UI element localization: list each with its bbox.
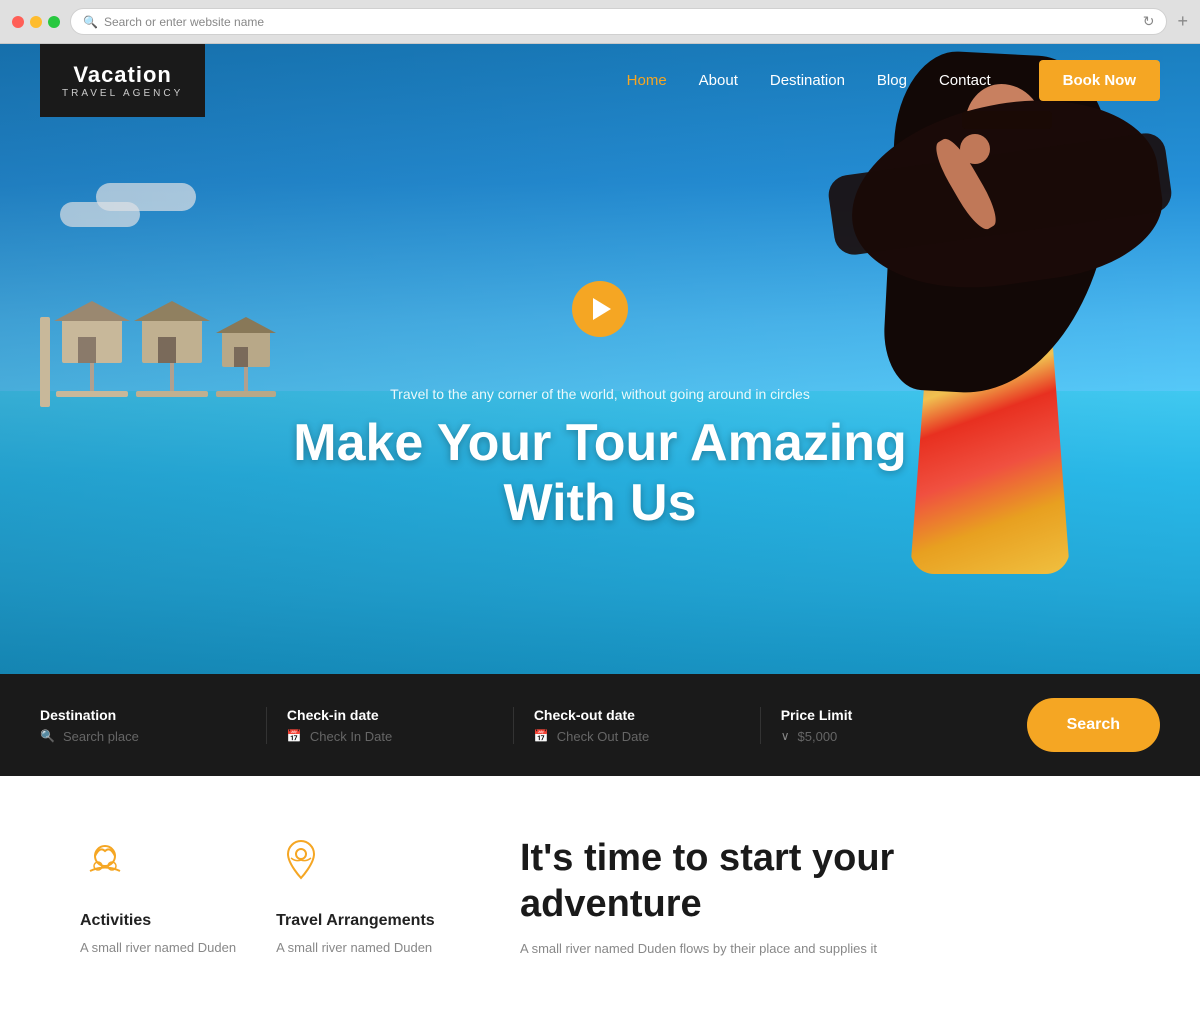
adventure-description: A small river named Duden flows by their… [520, 939, 1120, 960]
nav-item-home[interactable]: Home [627, 72, 667, 90]
feature-activities: Activities A small river named Duden [80, 836, 236, 955]
dot-maximize[interactable] [48, 16, 60, 28]
chevron-down-icon: ∨ [781, 729, 790, 743]
checkin-field: Check-in date 📅 Check In Date [267, 707, 514, 744]
adventure-title-line1: It's time to start your [520, 837, 894, 879]
destination-placeholder: Search place [63, 729, 139, 744]
feature-travel: Travel Arrangements A small river named … [276, 836, 435, 955]
travel-desc: A small river named Duden [276, 940, 435, 955]
book-now-button[interactable]: Book Now [1039, 60, 1160, 101]
website-container: Vacation TRAVEL AGENCY Home About Destin… [0, 44, 1200, 1020]
bungalow-1 [56, 319, 128, 397]
price-input-wrap[interactable]: ∨ $5,000 [781, 729, 987, 744]
checkin-placeholder: Check In Date [310, 729, 392, 744]
new-tab-button[interactable]: + [1177, 11, 1188, 32]
activities-title: Activities [80, 912, 236, 930]
play-icon [593, 298, 611, 320]
calendar-icon-checkout: 📅 [534, 729, 549, 743]
nav-links: Home About Destination Blog Contact Book… [627, 60, 1160, 101]
adventure-section: It's time to start your adventure A smal… [520, 836, 1120, 960]
travel-title: Travel Arrangements [276, 912, 435, 930]
browser-dots [12, 16, 60, 28]
checkin-label: Check-in date [287, 707, 493, 723]
calendar-icon-checkin: 📅 [287, 729, 302, 743]
navbar: Vacation TRAVEL AGENCY Home About Destin… [0, 44, 1200, 117]
nav-item-contact[interactable]: Contact [939, 72, 991, 90]
nav-link-home[interactable]: Home [627, 72, 667, 89]
hero-section: Travel to the any corner of the world, w… [0, 44, 1200, 674]
logo-sub-text: TRAVEL AGENCY [62, 88, 183, 99]
hero-text: Travel to the any corner of the world, w… [250, 386, 950, 534]
price-value: $5,000 [798, 729, 838, 744]
features-section: Activities A small river named Duden Tra… [80, 836, 460, 960]
activities-desc: A small river named Duden [80, 940, 236, 955]
destination-label: Destination [40, 707, 246, 723]
search-bar: Destination 🔍 Search place Check-in date… [0, 674, 1200, 776]
logo[interactable]: Vacation TRAVEL AGENCY [40, 44, 205, 117]
browser-chrome: 🔍 Search or enter website name ↻ + [0, 0, 1200, 44]
destination-input-wrap[interactable]: 🔍 Search place [40, 729, 246, 744]
below-fold-section: Activities A small river named Duden Tra… [0, 776, 1200, 1020]
nav-link-destination[interactable]: Destination [770, 72, 845, 89]
logo-main-text: Vacation [73, 62, 171, 88]
play-button[interactable] [572, 281, 628, 337]
address-bar[interactable]: 🔍 Search or enter website name ↻ [70, 8, 1167, 35]
activities-icon [80, 836, 236, 896]
price-label: Price Limit [781, 707, 987, 723]
checkout-input-wrap[interactable]: 📅 Check Out Date [534, 729, 740, 744]
checkout-label: Check-out date [534, 707, 740, 723]
nav-item-blog[interactable]: Blog [877, 72, 907, 90]
nav-link-about[interactable]: About [699, 72, 738, 89]
hero-subtitle: Travel to the any corner of the world, w… [250, 386, 950, 402]
checkin-input-wrap[interactable]: 📅 Check In Date [287, 729, 493, 744]
nav-link-blog[interactable]: Blog [877, 72, 907, 89]
destination-field: Destination 🔍 Search place [40, 707, 267, 744]
price-field: Price Limit ∨ $5,000 [761, 707, 1007, 744]
hero-title-line1: Make Your Tour Amazing [293, 414, 907, 472]
search-button[interactable]: Search [1027, 698, 1160, 752]
nav-item-destination[interactable]: Destination [770, 72, 845, 90]
hero-title: Make Your Tour Amazing With Us [250, 414, 950, 534]
pier-walkway [40, 317, 50, 407]
adventure-title-line2: adventure [520, 883, 702, 925]
book-now-item[interactable]: Book Now [1023, 60, 1160, 101]
refresh-icon[interactable]: ↻ [1143, 13, 1155, 30]
hero-title-line2: With Us [503, 474, 696, 532]
address-text: Search or enter website name [104, 15, 264, 29]
search-icon: 🔍 [83, 15, 98, 29]
destination-search-icon: 🔍 [40, 729, 55, 743]
feature-items: Activities A small river named Duden Tra… [80, 836, 460, 955]
dot-minimize[interactable] [30, 16, 42, 28]
checkout-placeholder: Check Out Date [557, 729, 650, 744]
nav-item-about[interactable]: About [699, 72, 738, 90]
dot-close[interactable] [12, 16, 24, 28]
adventure-title: It's time to start your adventure [520, 836, 1120, 927]
travel-icon [276, 836, 435, 896]
nav-link-contact[interactable]: Contact [939, 72, 991, 89]
bungalows-group [56, 319, 276, 397]
bungalow-2 [136, 319, 208, 397]
checkout-field: Check-out date 📅 Check Out Date [514, 707, 761, 744]
